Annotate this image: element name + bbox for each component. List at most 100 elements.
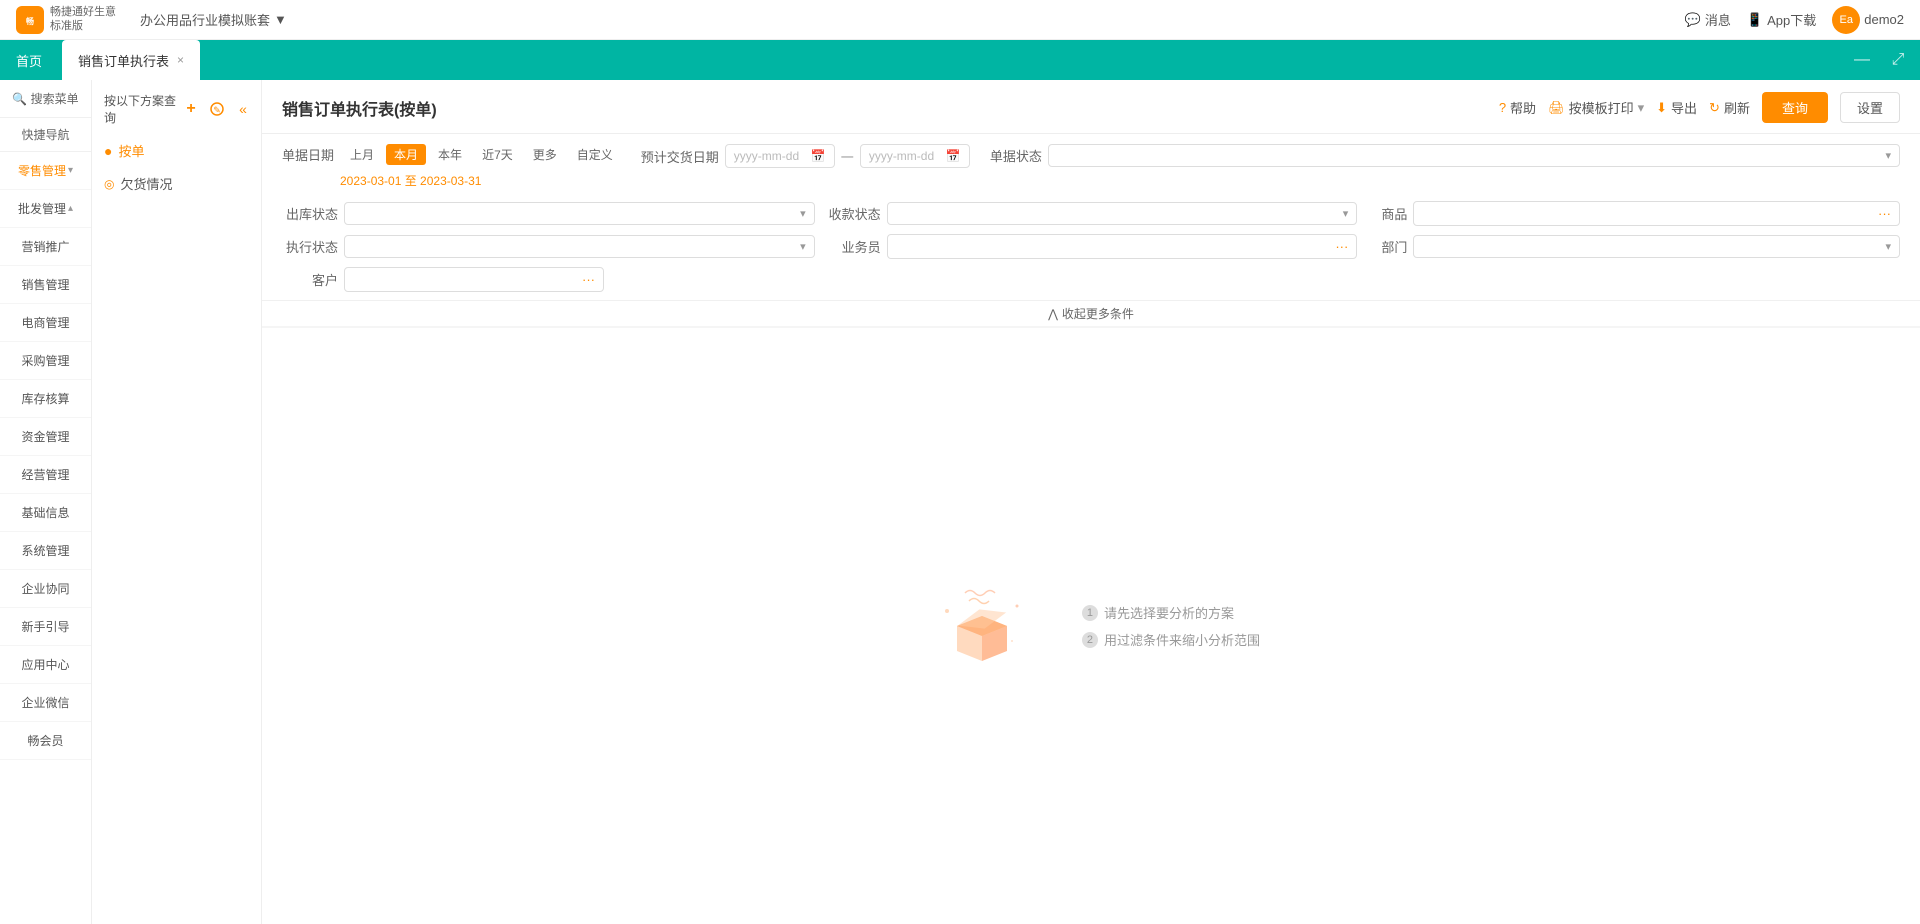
sidebar-search[interactable]: 🔍 搜索菜单: [0, 80, 91, 118]
sidebar-item-inventory[interactable]: 库存核算: [0, 380, 91, 418]
expected-date-end[interactable]: yyyy-mm-dd 📅: [860, 144, 970, 168]
sidebar-item-ecommerce[interactable]: 电商管理: [0, 304, 91, 342]
left-panel-header: 按以下方案查询 + ✎ «: [92, 88, 261, 134]
doc-status-select[interactable]: ▾: [1048, 144, 1900, 167]
left-panel: 按以下方案查询 + ✎ « ● 按单 ◎ 欠货情况: [92, 80, 262, 924]
query-button[interactable]: 查询: [1762, 92, 1828, 123]
tab-home[interactable]: 首页: [0, 40, 58, 80]
edit-scheme-btn[interactable]: ✎: [207, 99, 227, 119]
doc-status-label: 单据状态: [990, 146, 1042, 165]
sidebar-item-marketing[interactable]: 营销推广: [0, 228, 91, 266]
salesperson-group: 业务员 ···: [825, 234, 1358, 259]
dept-arrow-icon: ▾: [1885, 240, 1891, 253]
collapse-filters-btn[interactable]: ⋀ 收起更多条件: [262, 300, 1920, 326]
dept-select[interactable]: ▾: [1413, 235, 1900, 258]
sidebar-shortcut[interactable]: 快捷导航: [0, 118, 91, 152]
receipt-status-select[interactable]: ▾: [887, 202, 1358, 225]
left-panel-item-backorder[interactable]: ◎ 欠货情况: [92, 167, 261, 200]
goods-select[interactable]: ···: [1413, 201, 1900, 226]
exec-status-label: 执行状态: [282, 237, 338, 256]
print-btn[interactable]: 🖨 按模板打印 ▾: [1548, 98, 1644, 117]
sidebar-item-system[interactable]: 系统管理: [0, 532, 91, 570]
message-icon: 💬: [1685, 12, 1701, 28]
expected-date-start[interactable]: yyyy-mm-dd 📅: [725, 144, 835, 168]
page-layout: 按以下方案查询 + ✎ « ● 按单 ◎ 欠货情况: [92, 80, 1920, 924]
date-label: 单据日期: [282, 145, 334, 164]
top-header: 畅 畅捷通好生意 标准版 办公用品行业模拟账套 ▼ 💬 消息 📱 App下载 E…: [0, 0, 1920, 40]
out-status-select[interactable]: ▾: [344, 202, 815, 225]
breadcrumb[interactable]: 办公用品行业模拟账套 ▼: [140, 10, 287, 29]
sidebar-item-newbie[interactable]: 新手引导: [0, 608, 91, 646]
sidebar-item-wholesale[interactable]: 批发管理 ▴: [0, 190, 91, 228]
goods-label: 商品: [1367, 204, 1407, 223]
svg-text:畅: 畅: [26, 16, 34, 26]
tab-close-icon[interactable]: ×: [177, 53, 184, 67]
breadcrumb-arrow-icon: ▼: [274, 12, 287, 27]
tab-minimize-btn[interactable]: —: [1848, 46, 1876, 74]
left-panel-item-by-order[interactable]: ● 按单: [92, 134, 261, 167]
doc-status-group: 单据状态 ▾: [990, 144, 1900, 167]
message-action[interactable]: 💬 消息: [1685, 10, 1731, 29]
left-panel-icons: + ✎ «: [181, 99, 253, 119]
sidebar-item-purchase[interactable]: 采购管理: [0, 342, 91, 380]
exec-status-group: 执行状态 ▾: [282, 234, 815, 259]
sidebar-item-basic-info[interactable]: 基础信息: [0, 494, 91, 532]
page-header: 销售订单执行表(按单) ? 帮助 🖨 按模板打印 ▾: [262, 80, 1920, 134]
filter-row-4: 客户 ···: [262, 263, 1920, 296]
print-icon: 🖨: [1548, 100, 1565, 116]
sidebar-item-sales[interactable]: 销售管理: [0, 266, 91, 304]
export-btn[interactable]: ⬇ 导出: [1656, 98, 1697, 117]
date-separator: 一: [841, 147, 854, 166]
calendar-end-icon: 📅: [946, 149, 961, 163]
sidebar-item-app-center[interactable]: 应用中心: [0, 646, 91, 684]
calendar-start-icon: 📅: [811, 149, 826, 163]
sidebar-item-finance[interactable]: 资金管理: [0, 418, 91, 456]
add-scheme-btn[interactable]: +: [181, 99, 201, 119]
empty-step-1: 1 请先选择要分析的方案: [1082, 603, 1260, 622]
tab-bar-actions: — ⤢: [1848, 46, 1920, 74]
date-range-hint: 2023-03-01 至 2023-03-31: [262, 172, 1920, 197]
expected-date-label: 预计交货日期: [641, 147, 719, 166]
svg-text:✎: ✎: [213, 105, 221, 115]
date-tab-this-month[interactable]: 本月: [386, 144, 426, 165]
salesperson-select[interactable]: ···: [887, 234, 1358, 259]
date-tabs: 上月 本月 本年 近7天 更多 自定义: [342, 144, 621, 165]
date-tab-7days[interactable]: 近7天: [474, 144, 521, 165]
wholesale-arrow-icon: ▴: [68, 203, 73, 214]
date-tab-this-year[interactable]: 本年: [430, 144, 470, 165]
header-right: 💬 消息 📱 App下载 Ea demo2: [1685, 6, 1904, 34]
print-arrow-icon: ▾: [1638, 100, 1645, 116]
user-action[interactable]: Ea demo2: [1832, 6, 1904, 34]
sidebar-item-enterprise-wechat[interactable]: 企业微信: [0, 684, 91, 722]
date-tab-last-month[interactable]: 上月: [342, 144, 382, 165]
filter-row-3: 执行状态 ▾ 业务员 ···: [262, 230, 1920, 263]
exec-status-arrow-icon: ▾: [800, 240, 806, 253]
settings-button[interactable]: 设置: [1840, 92, 1900, 123]
customer-select[interactable]: ···: [344, 267, 604, 292]
receipt-status-label: 收款状态: [825, 204, 881, 223]
refresh-btn[interactable]: ↻ 刷新: [1709, 98, 1750, 117]
date-tab-custom[interactable]: 自定义: [569, 144, 621, 165]
receipt-status-group: 收款状态 ▾: [825, 201, 1358, 226]
out-status-arrow-icon: ▾: [800, 207, 806, 220]
tab-maximize-btn[interactable]: ⤢: [1884, 46, 1912, 74]
sidebar-item-operations[interactable]: 经营管理: [0, 456, 91, 494]
exec-status-select[interactable]: ▾: [344, 235, 815, 258]
collapse-panel-btn[interactable]: «: [233, 99, 253, 119]
page-header-top: 销售订单执行表(按单) ? 帮助 🖨 按模板打印 ▾: [282, 92, 1900, 133]
avatar: Ea: [1832, 6, 1860, 34]
app-download-action[interactable]: 📱 App下载: [1747, 10, 1816, 29]
empty-state: 1 请先选择要分析的方案 2 用过滤条件来缩小分析范围: [262, 328, 1920, 924]
out-status-group: 出库状态 ▾: [282, 201, 815, 226]
doc-status-arrow-icon: ▾: [1885, 149, 1891, 162]
sidebar-item-member[interactable]: 畅会员: [0, 722, 91, 760]
date-tab-more[interactable]: 更多: [525, 144, 565, 165]
header-left: 畅 畅捷通好生意 标准版 办公用品行业模拟账套 ▼: [16, 6, 287, 34]
tab-sales-execution[interactable]: 销售订单执行表 ×: [62, 40, 200, 80]
sidebar-item-enterprise-collab[interactable]: 企业协同: [0, 570, 91, 608]
dept-group: 部门 ▾: [1367, 234, 1900, 259]
tab-bar: 首页 销售订单执行表 × — ⤢: [0, 40, 1920, 80]
help-btn[interactable]: ? 帮助: [1499, 98, 1536, 117]
logo-icon: 畅: [16, 6, 44, 34]
sidebar-item-retail[interactable]: 零售管理 ▾: [0, 152, 91, 190]
